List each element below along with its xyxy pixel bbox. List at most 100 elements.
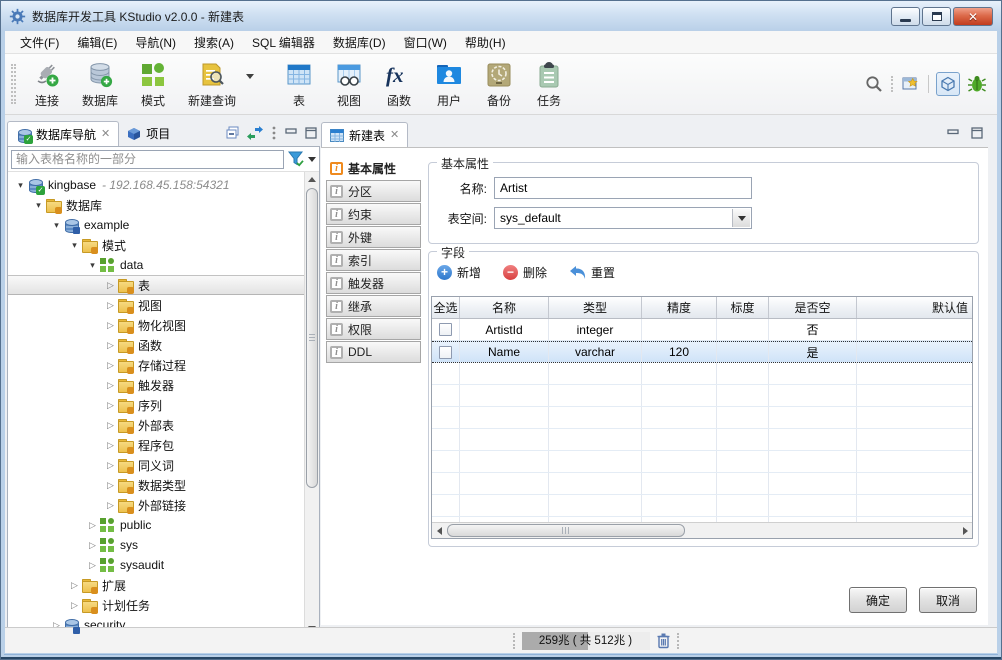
scrollbar-thumb[interactable] (306, 188, 318, 488)
tree-item[interactable]: ▷ 计划任务 (8, 595, 319, 615)
delete-field-button[interactable]: − 删除 (503, 264, 547, 281)
table-filter-input[interactable] (11, 149, 284, 169)
menu-sql-editor[interactable]: SQL 编辑器 (243, 31, 324, 54)
restore-button[interactable] (922, 7, 951, 26)
collapse-arrow-icon[interactable]: ▷ (104, 400, 117, 411)
scroll-right-icon[interactable] (958, 523, 972, 538)
debug-bug-icon[interactable] (967, 74, 987, 94)
col-select-all[interactable]: 全选 (432, 297, 460, 318)
expand-arrow-icon[interactable]: ▾ (50, 220, 63, 231)
maximize-panel-icon[interactable] (970, 126, 984, 140)
filter-menu-arrow[interactable] (308, 156, 316, 166)
tree-item[interactable]: ▷ 视图 (8, 295, 319, 315)
col-default[interactable]: 默认值 (857, 297, 972, 318)
collapse-arrow-icon[interactable]: ▷ (104, 440, 117, 451)
tab-database-navigator[interactable]: ✓ 数据库导航 ✕ (7, 121, 120, 146)
collapse-arrow-icon[interactable]: ▷ (68, 600, 81, 611)
nav-inherit[interactable]: i 继承 (326, 295, 421, 317)
toolbar-grip[interactable] (11, 64, 16, 104)
tree-item[interactable]: ▷ 外部链接 (8, 495, 319, 515)
collapse-arrow-icon[interactable]: ▷ (104, 320, 117, 331)
collapse-arrow-icon[interactable]: ▷ (104, 460, 117, 471)
nav-index[interactable]: i 索引 (326, 249, 421, 271)
nav-trigger[interactable]: i 触发器 (326, 272, 421, 294)
toolbar-function-button[interactable]: fx 函数 (374, 56, 424, 112)
filter-funnel-icon[interactable] (287, 150, 305, 168)
collapse-arrow-icon[interactable]: ▷ (86, 560, 99, 571)
tree-item[interactable]: ▷ 同义词 (8, 455, 319, 475)
collapse-arrow-icon[interactable]: ▷ (104, 420, 117, 431)
col-precision[interactable]: 精度 (642, 297, 717, 318)
table-row-selected[interactable]: Name varchar 120 是 (432, 341, 972, 363)
col-nullable[interactable]: 是否空 (769, 297, 857, 318)
minimize-panel-icon[interactable] (946, 126, 960, 140)
collapse-arrow-icon[interactable]: ▷ (104, 480, 117, 491)
scroll-up-icon[interactable] (305, 172, 319, 186)
open-perspective-icon[interactable] (901, 74, 921, 94)
tree-item[interactable]: ▷ 扩展 (8, 575, 319, 595)
toolbar-view-button[interactable]: 视图 (324, 56, 374, 112)
collapse-arrow-icon[interactable]: ▷ (104, 360, 117, 371)
toolbar-connect-button[interactable]: 连接 (22, 56, 72, 112)
dropdown-button[interactable] (732, 209, 750, 227)
tree-item[interactable]: ▷ public (8, 515, 319, 535)
tree-item[interactable]: ▷ 触发器 (8, 375, 319, 395)
collapse-arrow-icon[interactable]: ▷ (104, 500, 117, 511)
col-scale[interactable]: 标度 (717, 297, 769, 318)
menu-help[interactable]: 帮助(H) (456, 31, 515, 54)
menu-database[interactable]: 数据库(D) (324, 31, 395, 54)
perspective-grip[interactable] (891, 76, 894, 92)
expand-arrow-icon[interactable]: ▾ (14, 180, 27, 191)
nav-partition[interactable]: i 分区 (326, 180, 421, 202)
toolbar-new-query-button[interactable]: 新建查询 (178, 56, 246, 112)
nav-basic-properties[interactable]: i 基本属性 (326, 157, 421, 179)
collapse-arrow-icon[interactable]: ▷ (86, 520, 99, 531)
menu-window[interactable]: 窗口(W) (395, 31, 456, 54)
tree-scrollbar[interactable] (304, 172, 319, 635)
cancel-button[interactable]: 取消 (919, 587, 977, 613)
tree-item[interactable]: ▾ data (8, 255, 319, 275)
tree-item[interactable]: ▷ 序列 (8, 395, 319, 415)
reset-fields-button[interactable]: 重置 (569, 264, 615, 281)
collapse-arrow-icon[interactable]: ▷ (104, 340, 117, 351)
row-checkbox[interactable] (439, 345, 452, 359)
garbage-collect-trash-icon[interactable] (656, 632, 671, 649)
collapse-arrow-icon[interactable]: ▷ (86, 540, 99, 551)
tree-item[interactable]: ▾ 数据库 (8, 195, 319, 215)
collapse-arrow-icon[interactable]: ▷ (104, 380, 117, 391)
row-checkbox[interactable] (439, 323, 452, 336)
minimize-panel-icon[interactable] (284, 126, 298, 140)
kstudio-perspective-button[interactable] (936, 72, 960, 96)
new-query-dropdown-arrow[interactable] (246, 73, 255, 83)
tablespace-select[interactable]: sys_default (494, 207, 752, 229)
tab-new-table[interactable]: 新建表 ✕ (321, 122, 409, 147)
expand-arrow-icon[interactable]: ▾ (32, 200, 45, 211)
tree-item-kingbase[interactable]: ▾ ✓ kingbase - 192.168.45.158:54321 (8, 175, 319, 195)
tree-item[interactable]: ▷ 存储过程 (8, 355, 319, 375)
toolbar-task-button[interactable]: 任务 (524, 56, 574, 112)
nav-ddl[interactable]: i DDL (326, 341, 421, 363)
tree-item[interactable]: ▷ 程序包 (8, 435, 319, 455)
tree-item-selected-tables[interactable]: ▷ 表 (8, 275, 319, 295)
scrollbar-thumb[interactable] (447, 524, 685, 537)
heap-status-widget[interactable]: 259兆 ( 共 512兆 ) (521, 631, 650, 650)
table-name-input[interactable] (494, 177, 752, 199)
toolbar-user-button[interactable]: 用户 (424, 56, 474, 112)
toolbar-schema-button[interactable]: 模式 (128, 56, 178, 112)
tree-item[interactable]: ▷ sysaudit (8, 555, 319, 575)
tree-item[interactable]: ▾ example (8, 215, 319, 235)
expand-arrow-icon[interactable]: ▾ (86, 260, 99, 271)
tab-projects[interactable]: 项目 (119, 121, 178, 146)
menu-file[interactable]: 文件(F) (11, 31, 68, 54)
view-menu-icon[interactable] (270, 125, 278, 141)
col-name[interactable]: 名称 (460, 297, 549, 318)
minimize-button[interactable] (891, 7, 920, 26)
search-icon[interactable] (864, 74, 884, 94)
tree-item[interactable]: ▷ 数据类型 (8, 475, 319, 495)
close-button[interactable]: ✕ (953, 7, 993, 26)
nav-privilege[interactable]: i 权限 (326, 318, 421, 340)
menu-search[interactable]: 搜索(A) (185, 31, 243, 54)
table-row[interactable]: ArtistId integer 否 (432, 319, 972, 341)
collapse-all-icon[interactable] (225, 125, 241, 141)
add-field-button[interactable]: + 新增 (437, 264, 481, 281)
